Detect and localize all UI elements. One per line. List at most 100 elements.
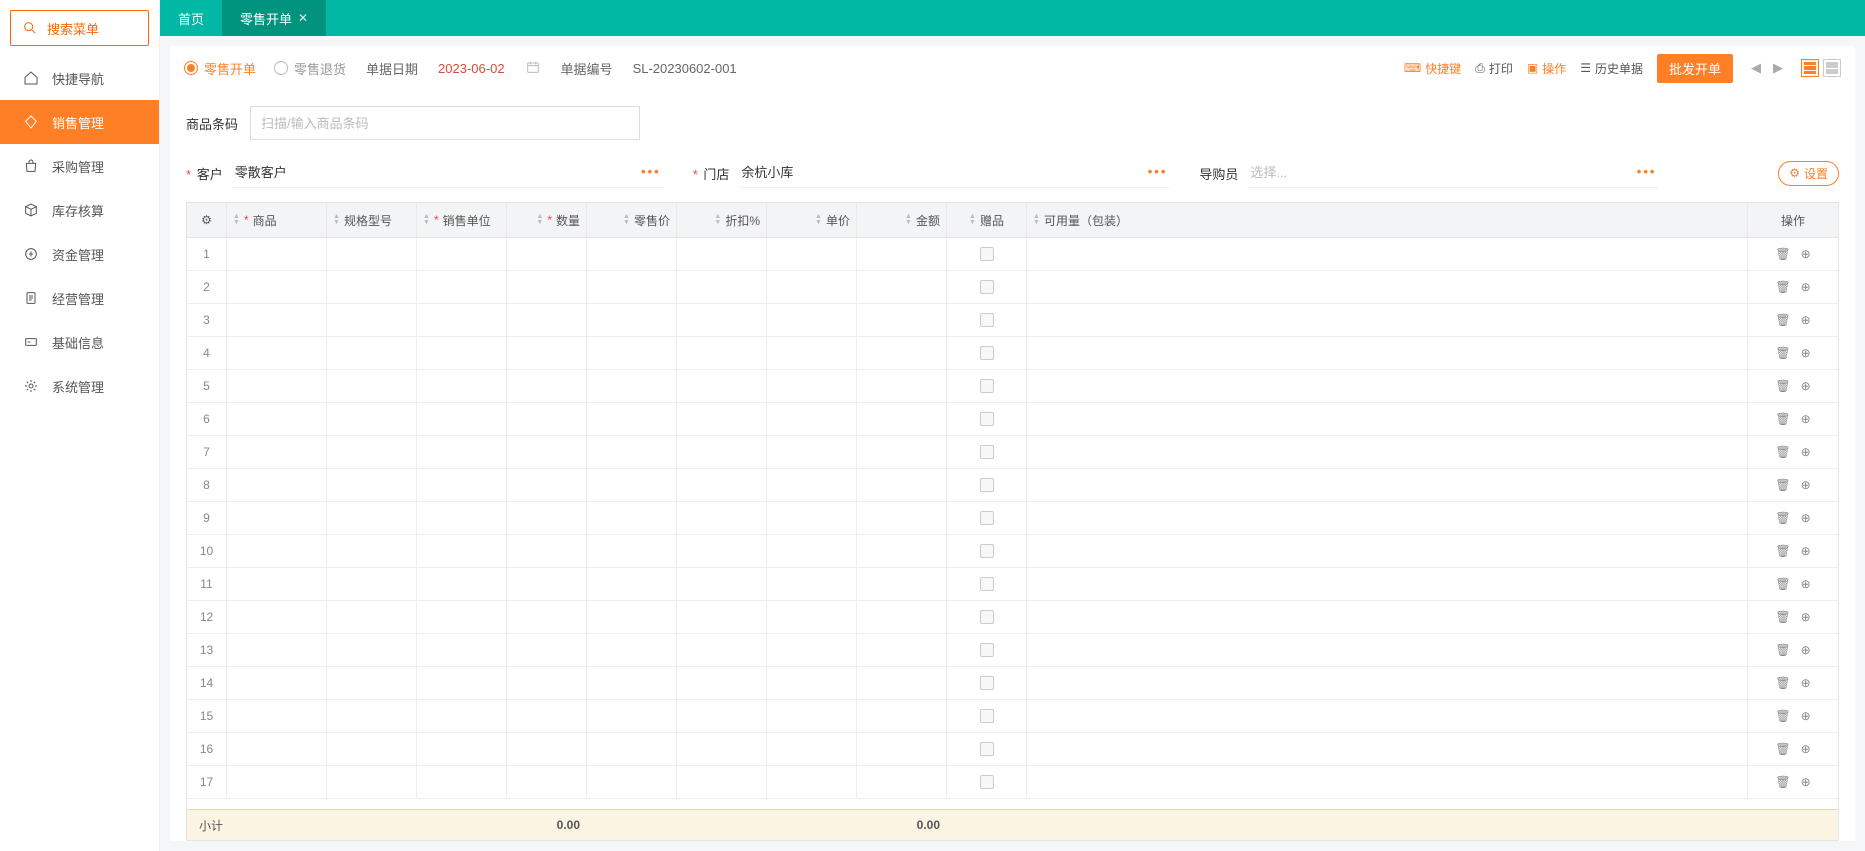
cell-price[interactable] bbox=[767, 469, 857, 501]
insert-row-button[interactable]: ⊕ bbox=[1801, 676, 1811, 690]
cell-unit[interactable] bbox=[417, 601, 507, 633]
cell-spec[interactable] bbox=[327, 700, 417, 732]
cell-price[interactable] bbox=[767, 304, 857, 336]
cell-amount[interactable] bbox=[857, 436, 947, 468]
cell-discount[interactable] bbox=[677, 733, 767, 765]
table-row[interactable]: 8🗑⊕ bbox=[187, 469, 1838, 502]
cell-unit[interactable] bbox=[417, 535, 507, 567]
cell-retail[interactable] bbox=[587, 568, 677, 600]
date-value[interactable]: 2023-06-02 bbox=[438, 61, 505, 76]
insert-row-button[interactable]: ⊕ bbox=[1801, 511, 1811, 525]
cell-gift[interactable] bbox=[947, 502, 1027, 534]
cell-product[interactable] bbox=[227, 403, 327, 435]
delete-row-button[interactable]: 🗑 bbox=[1775, 247, 1790, 261]
cell-discount[interactable] bbox=[677, 238, 767, 270]
history-button[interactable]: ☰ 历史单据 bbox=[1580, 60, 1643, 77]
cell-discount[interactable] bbox=[677, 535, 767, 567]
insert-row-button[interactable]: ⊕ bbox=[1801, 280, 1811, 294]
guide-picker[interactable]: 选择... ••• bbox=[1248, 158, 1658, 188]
cell-product[interactable] bbox=[227, 304, 327, 336]
cell-discount[interactable] bbox=[677, 766, 767, 798]
cell-gift[interactable] bbox=[947, 469, 1027, 501]
cell-gift[interactable] bbox=[947, 601, 1027, 633]
delete-row-button[interactable]: 🗑 bbox=[1775, 478, 1790, 492]
cell-product[interactable] bbox=[227, 436, 327, 468]
cell-unit[interactable] bbox=[417, 733, 507, 765]
cell-amount[interactable] bbox=[857, 568, 947, 600]
cell-qty[interactable] bbox=[507, 733, 587, 765]
cell-unit[interactable] bbox=[417, 667, 507, 699]
cell-price[interactable] bbox=[767, 436, 857, 468]
cell-gift[interactable] bbox=[947, 304, 1027, 336]
barcode-input[interactable] bbox=[250, 106, 640, 140]
insert-row-button[interactable]: ⊕ bbox=[1801, 709, 1811, 723]
cell-unit[interactable] bbox=[417, 568, 507, 600]
cell-price[interactable] bbox=[767, 271, 857, 303]
print-button[interactable]: ⎙ 打印 bbox=[1475, 60, 1513, 77]
checkbox-icon[interactable] bbox=[980, 511, 994, 525]
cell-unit[interactable] bbox=[417, 436, 507, 468]
cell-product[interactable] bbox=[227, 733, 327, 765]
checkbox-icon[interactable] bbox=[980, 709, 994, 723]
cell-amount[interactable] bbox=[857, 403, 947, 435]
cell-unit[interactable] bbox=[417, 238, 507, 270]
cell-discount[interactable] bbox=[677, 601, 767, 633]
cell-retail[interactable] bbox=[587, 601, 677, 633]
cell-amount[interactable] bbox=[857, 733, 947, 765]
delete-row-button[interactable]: 🗑 bbox=[1775, 511, 1790, 525]
insert-row-button[interactable]: ⊕ bbox=[1801, 577, 1811, 591]
insert-row-button[interactable]: ⊕ bbox=[1801, 346, 1811, 360]
cell-discount[interactable] bbox=[677, 271, 767, 303]
cell-price[interactable] bbox=[767, 601, 857, 633]
cell-discount[interactable] bbox=[677, 502, 767, 534]
cell-qty[interactable] bbox=[507, 634, 587, 666]
cell-discount[interactable] bbox=[677, 700, 767, 732]
cell-qty[interactable] bbox=[507, 568, 587, 600]
tab-home[interactable]: 首页 bbox=[160, 0, 222, 36]
cell-qty[interactable] bbox=[507, 238, 587, 270]
insert-row-button[interactable]: ⊕ bbox=[1801, 313, 1811, 327]
delete-row-button[interactable]: 🗑 bbox=[1775, 775, 1790, 789]
delete-row-button[interactable]: 🗑 bbox=[1775, 346, 1790, 360]
cell-qty[interactable] bbox=[507, 304, 587, 336]
cell-price[interactable] bbox=[767, 502, 857, 534]
insert-row-button[interactable]: ⊕ bbox=[1801, 247, 1811, 261]
cell-amount[interactable] bbox=[857, 238, 947, 270]
cell-retail[interactable] bbox=[587, 535, 677, 567]
cell-spec[interactable] bbox=[327, 601, 417, 633]
cell-retail[interactable] bbox=[587, 700, 677, 732]
table-row[interactable]: 14🗑⊕ bbox=[187, 667, 1838, 700]
cell-spec[interactable] bbox=[327, 337, 417, 369]
cell-gift[interactable] bbox=[947, 568, 1027, 600]
cell-retail[interactable] bbox=[587, 238, 677, 270]
cell-spec[interactable] bbox=[327, 238, 417, 270]
cell-retail[interactable] bbox=[587, 766, 677, 798]
checkbox-icon[interactable] bbox=[980, 247, 994, 261]
cell-spec[interactable] bbox=[327, 667, 417, 699]
ellipsis-icon[interactable]: ••• bbox=[1148, 164, 1168, 179]
delete-row-button[interactable]: 🗑 bbox=[1775, 280, 1790, 294]
cell-spec[interactable] bbox=[327, 271, 417, 303]
checkbox-icon[interactable] bbox=[980, 379, 994, 393]
cell-spec[interactable] bbox=[327, 370, 417, 402]
cell-discount[interactable] bbox=[677, 634, 767, 666]
delete-row-button[interactable]: 🗑 bbox=[1775, 313, 1790, 327]
cell-qty[interactable] bbox=[507, 469, 587, 501]
cell-product[interactable] bbox=[227, 238, 327, 270]
cell-discount[interactable] bbox=[677, 370, 767, 402]
table-row[interactable]: 9🗑⊕ bbox=[187, 502, 1838, 535]
table-row[interactable]: 10🗑⊕ bbox=[187, 535, 1838, 568]
table-row[interactable]: 2🗑⊕ bbox=[187, 271, 1838, 304]
shortcut-keys-button[interactable]: ⌨ 快捷键 bbox=[1404, 60, 1461, 77]
header-spec[interactable]: ▲▼规格型号 bbox=[327, 203, 417, 237]
header-retail[interactable]: ▲▼零售价 bbox=[587, 203, 677, 237]
sidebar-item-inventory[interactable]: 库存核算 bbox=[0, 188, 159, 232]
cell-product[interactable] bbox=[227, 667, 327, 699]
delete-row-button[interactable]: 🗑 bbox=[1775, 676, 1790, 690]
cell-product[interactable] bbox=[227, 469, 327, 501]
cell-price[interactable] bbox=[767, 568, 857, 600]
search-menu-button[interactable]: 搜索菜单 bbox=[10, 10, 149, 46]
cell-discount[interactable] bbox=[677, 304, 767, 336]
checkbox-icon[interactable] bbox=[980, 775, 994, 789]
cell-qty[interactable] bbox=[507, 370, 587, 402]
